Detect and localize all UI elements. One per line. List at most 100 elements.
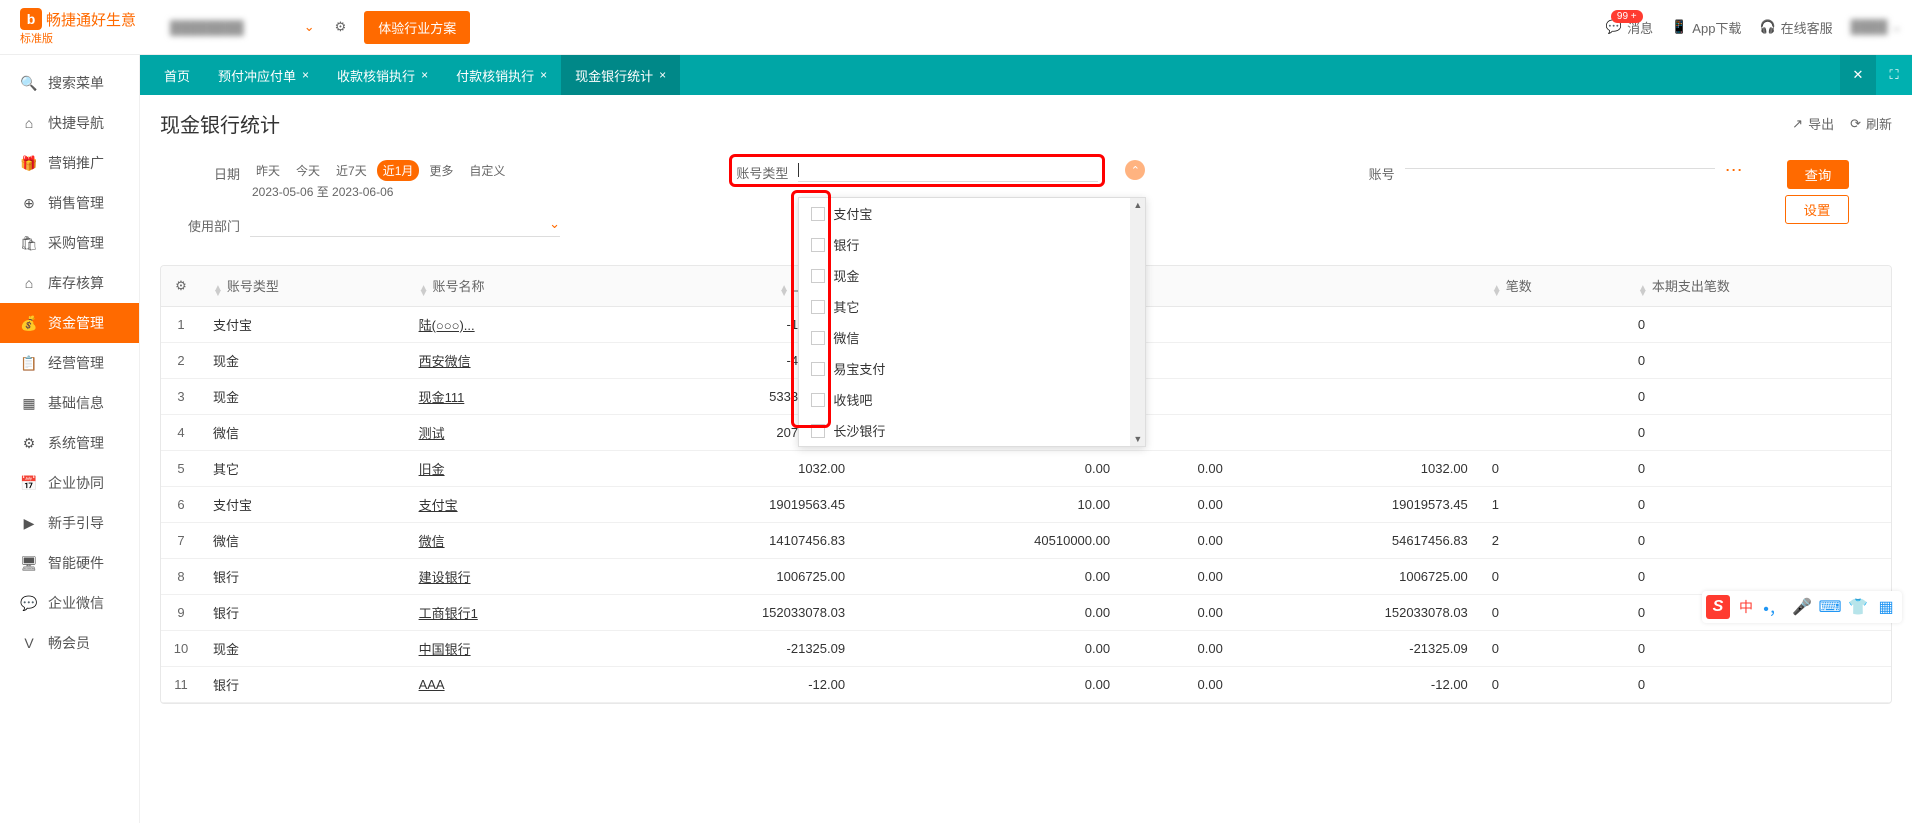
app-download-button[interactable]: 📱 App下载 <box>1671 18 1741 37</box>
ime-voice-icon[interactable]: 🎤 <box>1790 595 1814 619</box>
tab-2[interactable]: 收款核销执行× <box>323 55 442 95</box>
dropdown-option[interactable]: 长沙银行 <box>799 415 1145 446</box>
tab-close-all-icon[interactable]: ✕ <box>1840 55 1876 95</box>
sogou-icon[interactable]: S <box>1706 595 1730 619</box>
tab-0[interactable]: 首页 <box>150 55 204 95</box>
nav-item-10[interactable]: 📅企业协同 <box>0 463 139 503</box>
tab-close-icon[interactable]: × <box>659 68 666 82</box>
tab-close-icon[interactable]: × <box>540 68 547 82</box>
sort-icon[interactable]: ▲▼ <box>213 286 223 296</box>
tab-4[interactable]: 现金银行统计× <box>561 55 680 95</box>
dropdown-option[interactable]: 收钱吧 <box>799 384 1145 415</box>
top-header: b 畅捷通好生意 标准版 ████████ ⌄ ⚙ 体验行业方案 99 + 💬 … <box>0 0 1912 55</box>
date-btn-今天[interactable]: 今天 <box>290 160 326 181</box>
messages-button[interactable]: 99 + 💬 消息 <box>1606 18 1653 37</box>
checkbox[interactable] <box>811 269 825 283</box>
table-header[interactable]: ▲▼本期支出笔数 <box>1626 266 1891 307</box>
ime-keyboard-icon[interactable]: ⌨ <box>1818 595 1842 619</box>
nav-item-11[interactable]: ▶新手引导 <box>0 503 139 543</box>
table-header[interactable]: ▲▼账号名称 <box>407 266 613 307</box>
checkbox[interactable] <box>811 424 825 438</box>
table-header[interactable] <box>1235 266 1480 307</box>
ime-tools-icon[interactable]: ▦ <box>1874 595 1898 619</box>
account-link[interactable]: 旧金 <box>419 462 445 477</box>
account-link[interactable]: 支付宝 <box>419 498 458 513</box>
table-header[interactable]: ▲▼账号类型 <box>201 266 407 307</box>
more-filters-icon[interactable]: ⋯ <box>1725 160 1755 181</box>
nav-item-14[interactable]: V畅会员 <box>0 623 139 663</box>
dropdown-scrollbar[interactable]: ▲ ▼ <box>1130 198 1145 446</box>
dept-select[interactable]: ⌄ <box>250 212 560 237</box>
dropdown-option[interactable]: 微信 <box>799 322 1145 353</box>
account-link[interactable]: 测试 <box>419 426 445 441</box>
refresh-button[interactable]: ⟳ 刷新 <box>1850 114 1892 133</box>
dropdown-option[interactable]: 现金 <box>799 260 1145 291</box>
query-button[interactable]: 查询 <box>1787 160 1850 189</box>
account-link[interactable]: 建设银行 <box>419 570 471 585</box>
ime-toolbar[interactable]: S 中 •， 🎤 ⌨ 👕 ▦ <box>1702 591 1902 623</box>
account-link[interactable]: 工商银行1 <box>419 606 478 621</box>
tab-close-icon[interactable]: × <box>302 68 309 82</box>
sort-icon[interactable]: ▲▼ <box>1492 286 1502 296</box>
account-select[interactable] <box>1405 160 1715 169</box>
ime-skin-icon[interactable]: 👕 <box>1846 595 1870 619</box>
nav-item-6[interactable]: 💰资金管理 <box>0 303 139 343</box>
date-btn-近7天[interactable]: 近7天 <box>330 160 373 181</box>
export-button[interactable]: ↗ 导出 <box>1792 114 1834 133</box>
account-link[interactable]: 现金111 <box>419 390 465 405</box>
date-btn-更多[interactable]: 更多 <box>423 160 459 181</box>
tab-3[interactable]: 付款核销执行× <box>442 55 561 95</box>
table-config-icon[interactable]: ⚙ <box>161 266 201 307</box>
company-selector[interactable]: ████████ <box>170 20 244 35</box>
nav-item-1[interactable]: ⌂快捷导航 <box>0 103 139 143</box>
nav-item-8[interactable]: ▦基础信息 <box>0 383 139 423</box>
checkbox[interactable] <box>811 393 825 407</box>
account-type-select[interactable] <box>798 159 1098 182</box>
date-btn-近1月[interactable]: 近1月 <box>377 160 420 181</box>
sort-icon[interactable]: ▲▼ <box>779 286 789 296</box>
date-btn-昨天[interactable]: 昨天 <box>250 160 286 181</box>
collapse-filter-icon[interactable]: ⌃ <box>1125 160 1145 180</box>
account-link[interactable]: 微信 <box>419 534 445 549</box>
nav-item-7[interactable]: 📋经营管理 <box>0 343 139 383</box>
nav-item-13[interactable]: 💬企业微信 <box>0 583 139 623</box>
logo[interactable]: b 畅捷通好生意 标准版 <box>10 8 150 46</box>
checkbox[interactable] <box>811 362 825 376</box>
dropdown-option[interactable]: 其它 <box>799 291 1145 322</box>
scroll-down-icon[interactable]: ▼ <box>1133 434 1142 444</box>
nav-item-4[interactable]: 🛍采购管理 <box>0 223 139 263</box>
nav-item-9[interactable]: ⚙系统管理 <box>0 423 139 463</box>
user-menu[interactable]: ████ ⌄ <box>1851 19 1902 35</box>
settings-icon[interactable]: ⚙ <box>335 19 347 35</box>
scroll-up-icon[interactable]: ▲ <box>1133 200 1142 210</box>
sort-icon[interactable]: ▲▼ <box>1638 286 1648 296</box>
account-link[interactable]: 中国银行 <box>419 642 471 657</box>
checkbox[interactable] <box>811 207 825 221</box>
dropdown-option[interactable]: 银行 <box>799 229 1145 260</box>
sort-icon[interactable]: ▲▼ <box>419 286 429 296</box>
checkbox[interactable] <box>811 300 825 314</box>
date-btn-自定义[interactable]: 自定义 <box>463 160 511 181</box>
online-service-button[interactable]: 🎧 在线客服 <box>1759 18 1832 37</box>
nav-item-2[interactable]: 🎁营销推广 <box>0 143 139 183</box>
dropdown-option[interactable]: 支付宝 <box>799 198 1145 229</box>
tab-expand-icon[interactable]: ⛶ <box>1876 55 1912 95</box>
nav-item-0[interactable]: 🔍搜索菜单 <box>0 63 139 103</box>
company-dropdown-icon[interactable]: ⌄ <box>304 19 315 35</box>
try-industry-button[interactable]: 体验行业方案 <box>364 11 470 44</box>
ime-punct-icon[interactable]: •， <box>1762 595 1786 619</box>
ime-lang[interactable]: 中 <box>1734 595 1758 619</box>
dropdown-option[interactable]: 易宝支付 <box>799 353 1145 384</box>
checkbox[interactable] <box>811 331 825 345</box>
tab-close-icon[interactable]: × <box>421 68 428 82</box>
account-link[interactable]: 西安微信 <box>419 354 471 369</box>
checkbox[interactable] <box>811 238 825 252</box>
account-link[interactable]: 陆(○○○)... <box>419 318 475 333</box>
settings-button[interactable]: 设置 <box>1785 195 1850 224</box>
nav-item-12[interactable]: 🖥智能硬件 <box>0 543 139 583</box>
table-header[interactable]: ▲▼笔数 <box>1480 266 1626 307</box>
nav-item-3[interactable]: ⊕销售管理 <box>0 183 139 223</box>
nav-item-5[interactable]: ⌂库存核算 <box>0 263 139 303</box>
account-link[interactable]: AAA <box>419 677 445 692</box>
tab-1[interactable]: 预付冲应付单× <box>204 55 323 95</box>
